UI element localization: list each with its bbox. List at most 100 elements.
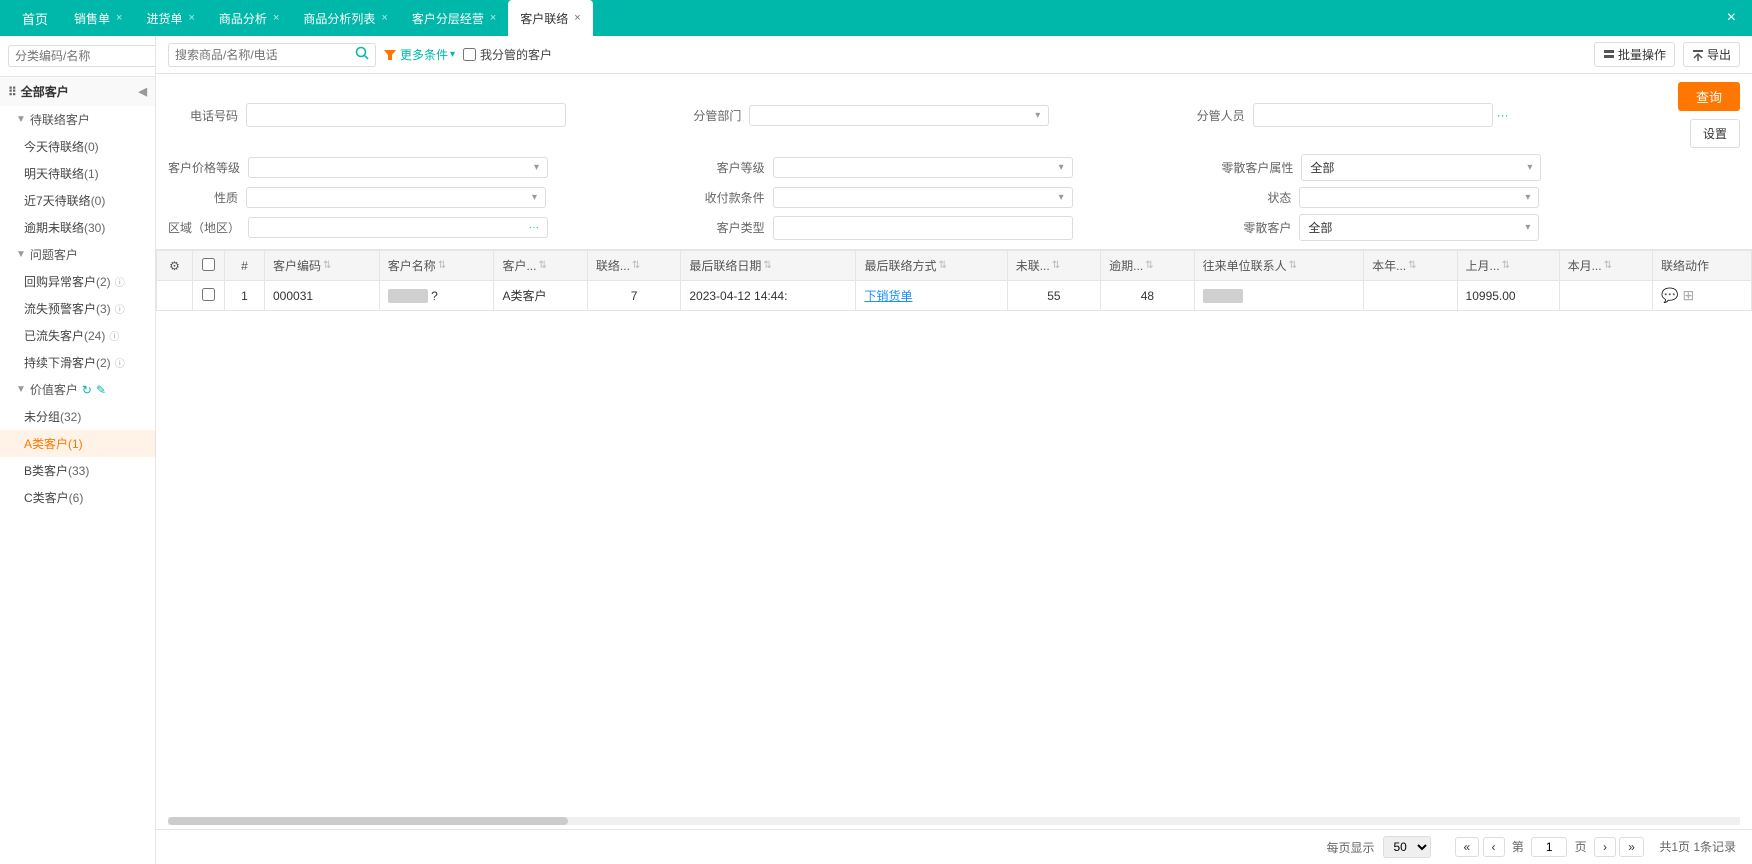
tab-close-customer-mgmt[interactable]: × <box>490 12 496 24</box>
sidebar-item-ungrouped[interactable]: 未分组 (32) <box>0 403 155 430</box>
top-nav: 首页 销售单 × 进货单 × 商品分析 × 商品分析列表 × 客户分层经营 × … <box>0 0 1752 36</box>
sort-icon-method[interactable]: ⇅ <box>938 260 946 271</box>
filter-field-customer-grade: 客户等级 ▾ <box>695 157 1214 178</box>
nav-tab-analysis[interactable]: 商品分析 × <box>207 0 291 36</box>
nav-tab-customer-contact[interactable]: 客户联络 × <box>508 0 592 36</box>
last-method-link[interactable]: 下销货单 <box>864 289 912 303</box>
phone-input[interactable] <box>246 103 566 127</box>
sort-icon-grade[interactable]: ⇅ <box>538 260 546 271</box>
nav-home[interactable]: 首页 <box>8 0 62 36</box>
first-page-button[interactable]: « <box>1455 837 1480 857</box>
customer-type-input[interactable] <box>773 216 1073 240</box>
filter-search-icon[interactable] <box>355 46 369 63</box>
row-overdue: 48 <box>1101 281 1194 311</box>
customer-name-suffix: ? <box>431 289 438 303</box>
sidebar-item-declining[interactable]: 持续下滑客户 (2) ⓘ <box>0 349 155 376</box>
sort-icon-name[interactable]: ⇅ <box>438 260 446 271</box>
sort-icon-unit-contact[interactable]: ⇅ <box>1289 260 1297 271</box>
gear-icon[interactable]: ⚙ <box>169 259 180 273</box>
chevron-down-icon-retail-cust: ▾ <box>1525 222 1530 233</box>
customer-grade-select[interactable]: ▾ <box>773 157 1073 178</box>
edit-icon[interactable]: ✎ <box>96 383 106 397</box>
tab-close-customer-contact[interactable]: × <box>574 12 580 24</box>
row-select-checkbox[interactable] <box>202 288 215 301</box>
scrollbar-thumb[interactable] <box>168 817 568 825</box>
sidebar-all-customers[interactable]: ⠿ 全部客户 ◀ <box>0 77 155 106</box>
chat-icon[interactable]: 💬 <box>1661 287 1678 304</box>
nav-tab-analysis-list[interactable]: 商品分析列表 × <box>291 0 399 36</box>
sidebar-item-overdue[interactable]: 逾期未联络 (30) <box>0 214 155 241</box>
retail-customer-label: 零散客户 <box>1221 219 1291 236</box>
sort-icon-this-month[interactable]: ⇅ <box>1604 260 1612 271</box>
pagination: 每页显示 50 « ‹ 第 页 › » 共1页 1条记录 <box>156 829 1752 864</box>
sort-icon-year[interactable]: ⇅ <box>1408 260 1416 271</box>
last-page-button[interactable]: » <box>1619 837 1644 857</box>
sidebar-item-churned[interactable]: 已流失客户 (24) ⓘ <box>0 322 155 349</box>
sidebar-item-7days[interactable]: 近7天待联络 (0) <box>0 187 155 214</box>
settings-button[interactable]: 设置 <box>1690 119 1740 148</box>
prev-page-button[interactable]: ‹ <box>1483 837 1505 857</box>
filter-mine-checkbox-wrap: 我分管的客户 <box>463 46 552 63</box>
filter-field-nature: 性质 ▾ <box>168 187 687 208</box>
person-more-icon[interactable]: ··· <box>1497 108 1509 122</box>
row-number: 1 <box>225 281 265 311</box>
search-icon-2 <box>355 46 369 60</box>
sidebar-item-c-class[interactable]: C类客户 (6) <box>0 484 155 511</box>
price-grade-select[interactable]: ▾ <box>248 157 548 178</box>
select-all-checkbox[interactable] <box>202 258 215 271</box>
qrcode-icon[interactable]: ⊞ <box>1682 287 1694 304</box>
status-select[interactable]: ▾ <box>1299 187 1539 208</box>
filter-bar: 更多条件 ▾ 我分管的客户 批量操作 <box>156 36 1752 74</box>
sidebar-item-today[interactable]: 今天待联络 (0) <box>0 133 155 160</box>
sidebar-item-repurchase-abnormal[interactable]: 回购异常客户 (2) ⓘ <box>0 268 155 295</box>
sort-icon-overdue[interactable]: ⇅ <box>1145 260 1153 271</box>
next-page-button[interactable]: › <box>1594 837 1616 857</box>
nav-tab-customer-mgmt[interactable]: 客户分层经营 × <box>400 0 508 36</box>
sort-icon-no-contact[interactable]: ⇅ <box>1052 260 1060 271</box>
sidebar-value-customers-group[interactable]: ▼ 价值客户 ↻ ✎ <box>0 376 155 403</box>
retail-customer-select[interactable]: 全部 ▾ <box>1299 214 1539 241</box>
row-this-month <box>1559 281 1652 311</box>
sidebar-pending-contact-group[interactable]: ▼ 待联络客户 <box>0 106 155 133</box>
column-contact-count: 联络... ⇅ <box>587 251 680 281</box>
filter-mine-checkbox[interactable] <box>463 48 476 61</box>
nature-select[interactable]: ▾ <box>246 187 546 208</box>
horizontal-scrollbar[interactable] <box>168 817 1740 825</box>
sidebar-search-input[interactable] <box>8 45 156 67</box>
filter-mine-label[interactable]: 我分管的客户 <box>480 46 552 63</box>
sort-icon-date[interactable]: ⇅ <box>763 260 771 271</box>
page-number-input[interactable] <box>1531 837 1567 857</box>
tab-close-analysis[interactable]: × <box>273 12 279 24</box>
tab-close-sales[interactable]: × <box>116 12 122 24</box>
row-actions: 💬 ⊞ <box>1653 281 1752 311</box>
tab-close-analysis-list[interactable]: × <box>381 12 387 24</box>
sort-icon-contact[interactable]: ⇅ <box>632 260 640 271</box>
filter-field-customer-type: 客户类型 <box>695 216 1214 240</box>
nav-tab-purchase[interactable]: 进货单 × <box>134 0 206 36</box>
page-size-label: 每页显示 <box>1326 839 1374 856</box>
filter-more-button[interactable]: 更多条件 ▾ <box>384 46 455 63</box>
sort-icon-last-month[interactable]: ⇅ <box>1502 260 1510 271</box>
query-button[interactable]: 查询 <box>1678 82 1740 111</box>
person-input[interactable] <box>1253 103 1493 127</box>
nav-tab-sales[interactable]: 销售单 × <box>62 0 134 36</box>
tab-close-purchase[interactable]: × <box>188 12 194 24</box>
export-button[interactable]: 导出 <box>1683 42 1740 67</box>
sort-icon-code[interactable]: ⇅ <box>323 260 331 271</box>
sidebar-item-b-class[interactable]: B类客户 (33) <box>0 457 155 484</box>
region-select[interactable]: ··· <box>248 217 548 238</box>
sidebar-item-a-class[interactable]: A类客户 (1) <box>0 430 155 457</box>
payment-select[interactable]: ▾ <box>773 187 1073 208</box>
retail-attr-select[interactable]: 全部 ▾ <box>1301 154 1541 181</box>
batch-op-button[interactable]: 批量操作 <box>1594 42 1675 67</box>
sidebar-item-churn-warning[interactable]: 流失预警客户 (3) ⓘ <box>0 295 155 322</box>
dept-select[interactable]: ▾ <box>749 105 1049 126</box>
filter-search-input[interactable] <box>175 44 355 66</box>
page-of-label: 页 <box>1575 840 1587 854</box>
refresh-icon[interactable]: ↻ <box>82 383 92 397</box>
sidebar-item-tomorrow[interactable]: 明天待联络 (1) <box>0 160 155 187</box>
sidebar-problem-customers-group[interactable]: ▼ 问题客户 <box>0 241 155 268</box>
chevron-down-icon-grade: ▾ <box>1059 162 1064 173</box>
page-size-select[interactable]: 50 <box>1383 836 1431 858</box>
nav-close-all[interactable]: × <box>1719 9 1744 26</box>
